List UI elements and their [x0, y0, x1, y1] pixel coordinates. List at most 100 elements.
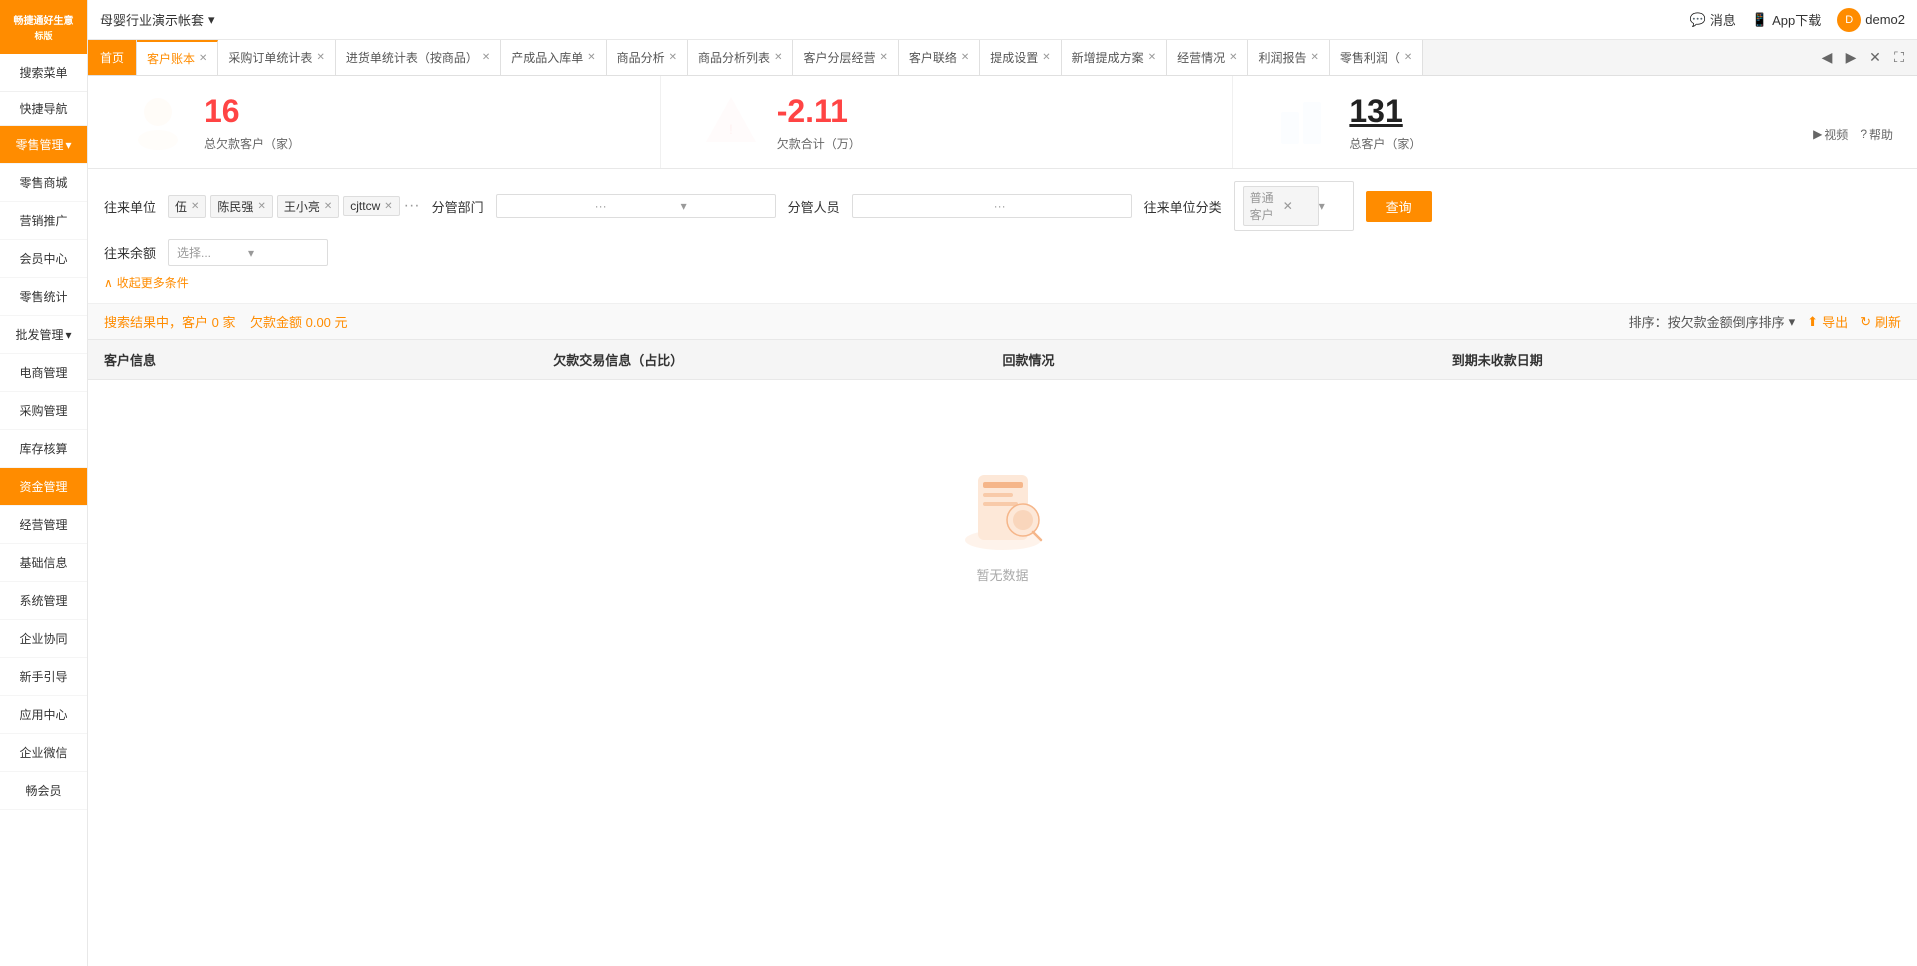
- user-avatar[interactable]: D demo2: [1837, 8, 1905, 32]
- empty-illustration: [953, 460, 1053, 553]
- stat-debt-value: -2.11: [777, 92, 861, 130]
- unit-tag-more[interactable]: ···: [404, 197, 420, 215]
- tab-product-analysis-close[interactable]: ✕: [669, 52, 677, 63]
- sidebar-item-retail[interactable]: 零售管理 ▾: [0, 126, 87, 164]
- tab-home[interactable]: 首页: [88, 40, 137, 76]
- tab-customer-contact[interactable]: 客户联络 ✕: [899, 40, 980, 76]
- unit-tag-0-close[interactable]: ✕: [191, 201, 199, 212]
- sidebar-item-retail-stat[interactable]: 零售统计: [0, 278, 87, 316]
- tab-product-analysis[interactable]: 商品分析 ✕: [607, 40, 688, 76]
- table-header: 客户信息 欠款交易信息（占比） 回款情况 到期未收款日期: [88, 340, 1917, 380]
- tab-fullscreen-btn[interactable]: ⛶: [1889, 48, 1909, 68]
- sidebar-item-finance[interactable]: 资金管理: [0, 468, 87, 506]
- tab-customer-account-close[interactable]: ✕: [199, 53, 207, 64]
- sidebar-item-ecommerce[interactable]: 电商管理: [0, 354, 87, 392]
- tab-commission-setting-close[interactable]: ✕: [1042, 52, 1050, 63]
- unit-tag-3[interactable]: cjttcw ✕: [343, 196, 399, 216]
- category-chevron-icon: ▾: [1319, 199, 1345, 213]
- tab-add-commission-close[interactable]: ✕: [1148, 52, 1156, 63]
- sidebar-item-collab[interactable]: 企业协同: [0, 620, 87, 658]
- sidebar-item-search[interactable]: 搜索菜单: [0, 54, 87, 92]
- sidebar-item-newbie[interactable]: 新手引导: [0, 658, 87, 696]
- filter-bar: 往来单位 伍 ✕ 陈民强 ✕ 王小亮 ✕: [88, 169, 1917, 304]
- tab-product-analysis-list-close[interactable]: ✕: [774, 52, 782, 63]
- unit-tag-1-close[interactable]: ✕: [257, 201, 265, 212]
- tab-stock-stat[interactable]: 进货单统计表（按商品） ✕: [336, 40, 501, 76]
- collapse-btn[interactable]: ∧ 收起更多条件: [104, 274, 1901, 291]
- result-info: 搜索结果中，客户 0 家 欠款金额 0.00 元: [104, 312, 348, 331]
- tab-profit-report[interactable]: 利润报告 ✕: [1248, 40, 1329, 76]
- unit-tag-0[interactable]: 伍 ✕: [168, 195, 206, 218]
- unit-tag-1[interactable]: 陈民强 ✕: [210, 195, 272, 218]
- tab-product-analysis-list[interactable]: 商品分析列表 ✕: [688, 40, 793, 76]
- sidebar-logo[interactable]: 畅捷通好生意 标版: [0, 0, 87, 54]
- tab-customer-layer-close[interactable]: ✕: [879, 52, 887, 63]
- stat-total-customers: 131 总客户（家）: [1233, 76, 1805, 168]
- app-download-btn[interactable]: 📱 App下载: [1752, 10, 1821, 29]
- video-help-btn[interactable]: ▶ 视频: [1813, 126, 1848, 143]
- help-icon: ?: [1860, 127, 1867, 141]
- tab-purchase-order[interactable]: 采购订单统计表 ✕: [218, 40, 335, 76]
- sidebar-item-inventory[interactable]: 库存核算: [0, 430, 87, 468]
- sidebar-item-operation[interactable]: 经营管理: [0, 506, 87, 544]
- tab-product-stock[interactable]: 产成品入库单 ✕: [501, 40, 606, 76]
- tab-purchase-order-close[interactable]: ✕: [316, 52, 324, 63]
- download-icon: 📱: [1752, 12, 1768, 28]
- sidebar-item-wholesale[interactable]: 批发管理 ▾: [0, 316, 87, 354]
- message-btn[interactable]: 💬 消息: [1690, 10, 1736, 29]
- refresh-icon: ↻: [1860, 314, 1871, 330]
- person-filter-dots[interactable]: ···: [994, 199, 1123, 213]
- chevron-down-icon[interactable]: ▾: [208, 12, 215, 28]
- tab-operation-close[interactable]: ✕: [1229, 52, 1237, 63]
- unit-tag-2[interactable]: 王小亮 ✕: [277, 195, 339, 218]
- sidebar-item-vip[interactable]: 畅会员: [0, 772, 87, 810]
- filter-row-1: 往来单位 伍 ✕ 陈民强 ✕ 王小亮 ✕: [104, 181, 1901, 231]
- query-button[interactable]: 查询: [1366, 191, 1432, 222]
- refresh-btn[interactable]: ↻ 刷新: [1860, 312, 1901, 331]
- dept-filter-dots[interactable]: ···: [595, 199, 681, 213]
- tab-customer-contact-close[interactable]: ✕: [961, 52, 969, 63]
- result-actions: 排序：按欠款金额倒序排序 ▾ ⬆ 导出 ↻ 刷新: [1629, 312, 1901, 331]
- sidebar-item-basic[interactable]: 基础信息: [0, 544, 87, 582]
- tab-stock-stat-close[interactable]: ✕: [482, 52, 490, 63]
- tenant-selector[interactable]: 母婴行业演示帐套 ▾: [100, 10, 215, 29]
- category-filter-select[interactable]: 普通客户 ✕ ▾: [1234, 181, 1354, 231]
- tab-operation[interactable]: 经营情况 ✕: [1167, 40, 1248, 76]
- tab-retail-profit[interactable]: 零售利润（ ✕: [1330, 40, 1423, 76]
- sidebar-item-system[interactable]: 系统管理: [0, 582, 87, 620]
- stat-debt-content: -2.11 欠款合计（万）: [777, 92, 861, 151]
- tab-commission-setting[interactable]: 提成设置 ✕: [980, 40, 1061, 76]
- export-btn[interactable]: ⬆ 导出: [1807, 312, 1848, 331]
- tab-home-label: 首页: [100, 49, 124, 66]
- sidebar-item-appstore[interactable]: 应用中心: [0, 696, 87, 734]
- tab-next-btn[interactable]: ▶: [1841, 48, 1861, 68]
- sidebar-item-member[interactable]: 会员中心: [0, 240, 87, 278]
- export-icon: ⬆: [1807, 314, 1818, 330]
- unit-tag-2-close[interactable]: ✕: [324, 201, 332, 212]
- sidebar-item-marketing[interactable]: 营销推广: [0, 202, 87, 240]
- sidebar-item-wechat[interactable]: 企业微信: [0, 734, 87, 772]
- balance-filter-select[interactable]: 选择... ▾: [168, 239, 328, 266]
- stat-icon-total: [1273, 92, 1333, 152]
- help-btn[interactable]: ? 帮助: [1860, 126, 1893, 143]
- tab-prev-btn[interactable]: ◀: [1817, 48, 1837, 68]
- unit-tag-3-close[interactable]: ✕: [384, 201, 392, 212]
- sort-selector[interactable]: 排序：按欠款金额倒序排序 ▾: [1629, 312, 1796, 331]
- tab-customer-layer[interactable]: 客户分层经营 ✕: [793, 40, 898, 76]
- tab-retail-profit-close[interactable]: ✕: [1404, 52, 1412, 63]
- tab-close-all-btn[interactable]: ✕: [1865, 48, 1885, 68]
- sidebar-item-purchase[interactable]: 采购管理: [0, 392, 87, 430]
- sidebar-item-quicknav[interactable]: 快捷导航: [0, 92, 87, 126]
- sidebar-item-retail-mall[interactable]: 零售商城: [0, 164, 87, 202]
- person-filter-select[interactable]: ···: [852, 194, 1132, 218]
- tab-profit-report-close[interactable]: ✕: [1311, 52, 1319, 63]
- tab-add-commission[interactable]: 新增提成方案 ✕: [1062, 40, 1167, 76]
- tenant-name: 母婴行业演示帐套: [100, 10, 204, 29]
- category-tag-0-close[interactable]: ✕: [1283, 199, 1312, 213]
- tab-customer-account[interactable]: 客户账本 ✕: [137, 40, 218, 76]
- message-icon: 💬: [1690, 12, 1706, 28]
- col-header-customer: 客户信息: [104, 350, 553, 369]
- category-tag-0[interactable]: 普通客户 ✕: [1243, 186, 1319, 226]
- tab-product-stock-close[interactable]: ✕: [587, 52, 595, 63]
- dept-filter-select[interactable]: ··· ▾: [496, 194, 776, 218]
